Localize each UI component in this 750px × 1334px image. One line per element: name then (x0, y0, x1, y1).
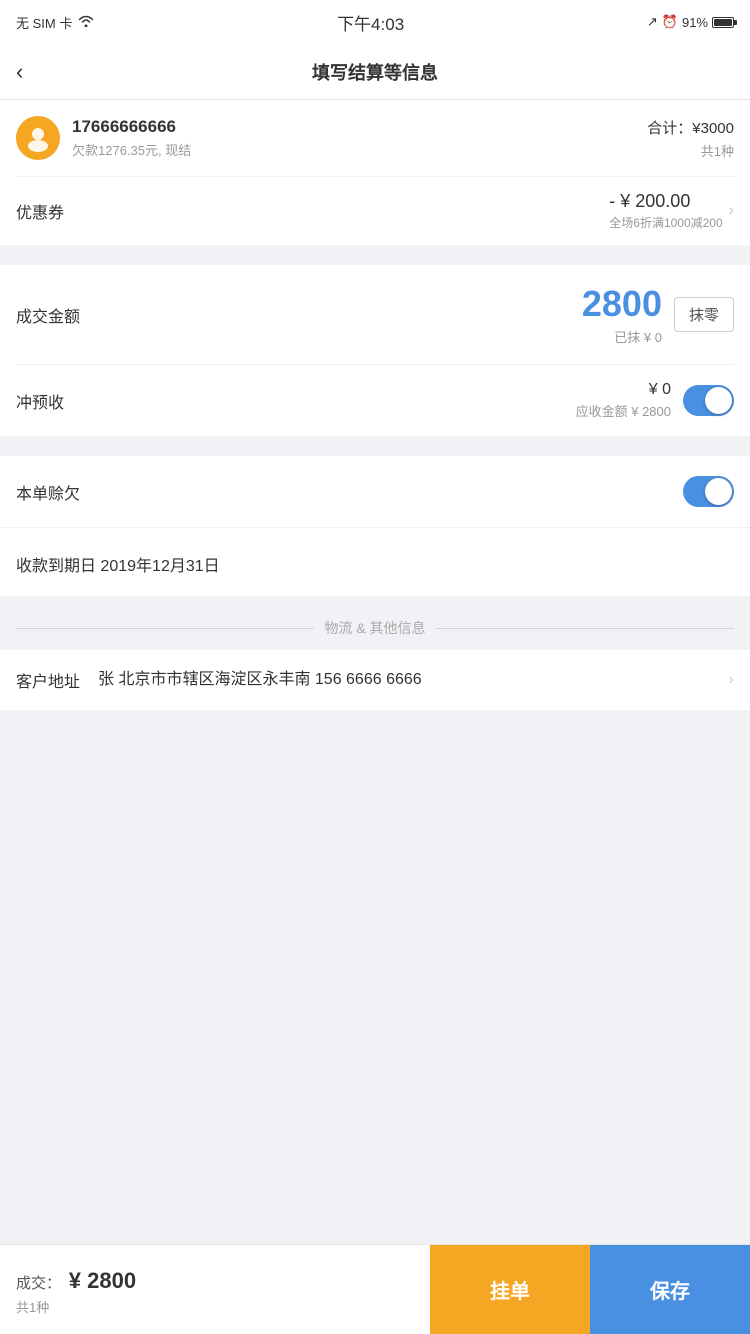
deal-label: 成交金额 (16, 303, 80, 327)
prepay-sub: 应收金额 ¥ 2800 (576, 401, 671, 420)
round-zero-button[interactable]: 抹零 (674, 297, 734, 332)
bottom-deal-label: 成交： (16, 1275, 61, 1292)
bottom-deal-row: 成交： ¥ 2800 (16, 1263, 414, 1295)
bottom-count: 共1种 (16, 1297, 414, 1316)
address-chevron-icon: › (729, 671, 734, 689)
gray-separator-2 (0, 436, 750, 446)
deal-amount: 2800 (582, 283, 662, 325)
bottom-bar: 成交： ¥ 2800 共1种 挂单 保存 (0, 1244, 750, 1334)
deal-right: 2800 已抹 ¥ 0 抹零 (582, 283, 734, 346)
coupon-discount-wrap: - ¥ 200.00 全场6折满1000减200 (609, 191, 722, 231)
address-section: 客户地址 张 北京市市辖区海淀区永丰南 156 6666 6666 › (0, 650, 750, 710)
prepay-row: 冲预收 ¥ 0 应收金额 ¥ 2800 (16, 364, 734, 436)
arrears-row: 本单赊欠 (16, 456, 734, 527)
prepay-toggle[interactable] (683, 385, 734, 416)
chevron-right-icon: › (729, 202, 734, 220)
logistics-section: 物流 & 其他信息 (0, 606, 750, 650)
wifi-icon (78, 15, 94, 30)
deal-row: 成交金额 2800 已抹 ¥ 0 抹零 (16, 265, 734, 364)
customer-total: 合计：¥3000 共1种 (647, 117, 734, 160)
gray-separator-3 (0, 596, 750, 606)
bottom-amount: ¥ 2800 (69, 1268, 136, 1293)
customer-info: 17666666666 欠款1276.35元, 现结 (72, 117, 191, 159)
due-date-label: 收款到期日 2019年12月31日 (16, 558, 220, 575)
status-bar: 无 SIM 卡 下午4:03 ↗ ⏰ 91% (0, 0, 750, 44)
prepay-amount-wrap: ¥ 0 应收金额 ¥ 2800 (576, 381, 671, 420)
arrears-section: 本单赊欠 (0, 456, 750, 527)
toggle-knob (705, 387, 732, 414)
save-button[interactable]: 保存 (590, 1245, 750, 1334)
avatar-icon (24, 124, 52, 152)
deal-sub: 已抹 ¥ 0 (582, 327, 662, 346)
total-amount: 合计：¥3000 (647, 117, 734, 138)
coupon-discount: - ¥ 200.00 (609, 191, 722, 212)
arrears-toggle-knob (705, 478, 732, 505)
prepay-amount: ¥ 0 (576, 381, 671, 399)
logistics-line-left (16, 628, 314, 629)
logistics-line-right (436, 628, 734, 629)
pending-button[interactable]: 挂单 (430, 1245, 590, 1334)
deal-section: 成交金额 2800 已抹 ¥ 0 抹零 冲预收 ¥ 0 应收金额 ¥ 2800 (0, 265, 750, 436)
status-left: 无 SIM 卡 (16, 13, 94, 32)
back-button[interactable]: ‹ (16, 59, 23, 85)
customer-debt: 欠款1276.35元, 现结 (72, 140, 191, 159)
prepay-right: ¥ 0 应收金额 ¥ 2800 (576, 381, 734, 420)
coupon-right: - ¥ 200.00 全场6折满1000减200 › (609, 191, 734, 231)
main-content: 17666666666 欠款1276.35元, 现结 合计：¥3000 共1种 … (0, 100, 750, 820)
alarm-icon: ⏰ (662, 14, 678, 30)
no-sim-label: 无 SIM 卡 (16, 13, 72, 32)
battery-icon (712, 17, 734, 28)
page-title: 填写结算等信息 (312, 59, 438, 85)
arrears-toggle[interactable] (683, 476, 734, 507)
address-row[interactable]: 客户地址 张 北京市市辖区海淀区永丰南 156 6666 6666 › (0, 650, 750, 710)
customer-row: 17666666666 欠款1276.35元, 现结 合计：¥3000 共1种 (0, 100, 750, 176)
bottom-summary: 成交： ¥ 2800 共1种 (0, 1263, 430, 1316)
status-right: ↗ ⏰ 91% (647, 14, 734, 30)
customer-left: 17666666666 欠款1276.35元, 现结 (16, 116, 191, 160)
battery-percent: 91% (682, 15, 708, 30)
logistics-divider: 物流 & 其他信息 (0, 618, 750, 638)
due-date-row: 收款到期日 2019年12月31日 (0, 527, 750, 596)
bottom-spacer (0, 710, 750, 730)
gray-separator-1 (0, 255, 750, 265)
arrears-label: 本单赊欠 (16, 480, 80, 504)
coupon-desc: 全场6折满1000减200 (609, 214, 722, 231)
address-key: 客户地址 (16, 668, 86, 692)
nav-bar: ‹ 填写结算等信息 (0, 44, 750, 100)
total-count: 共1种 (647, 141, 734, 160)
address-value: 张 北京市市辖区海淀区永丰南 156 6666 6666 (98, 668, 717, 692)
location-icon: ↗ (647, 14, 658, 30)
avatar (16, 116, 60, 160)
customer-section: 17666666666 欠款1276.35元, 现结 合计：¥3000 共1种 … (0, 100, 750, 245)
coupon-row[interactable]: 优惠券 - ¥ 200.00 全场6折满1000减200 › (0, 177, 750, 245)
coupon-label: 优惠券 (16, 199, 64, 223)
prepay-label: 冲预收 (16, 389, 64, 413)
status-time: 下午4:03 (337, 10, 404, 35)
logistics-label: 物流 & 其他信息 (324, 618, 425, 638)
customer-phone: 17666666666 (72, 117, 191, 137)
deal-amount-wrap: 2800 已抹 ¥ 0 (582, 283, 662, 346)
